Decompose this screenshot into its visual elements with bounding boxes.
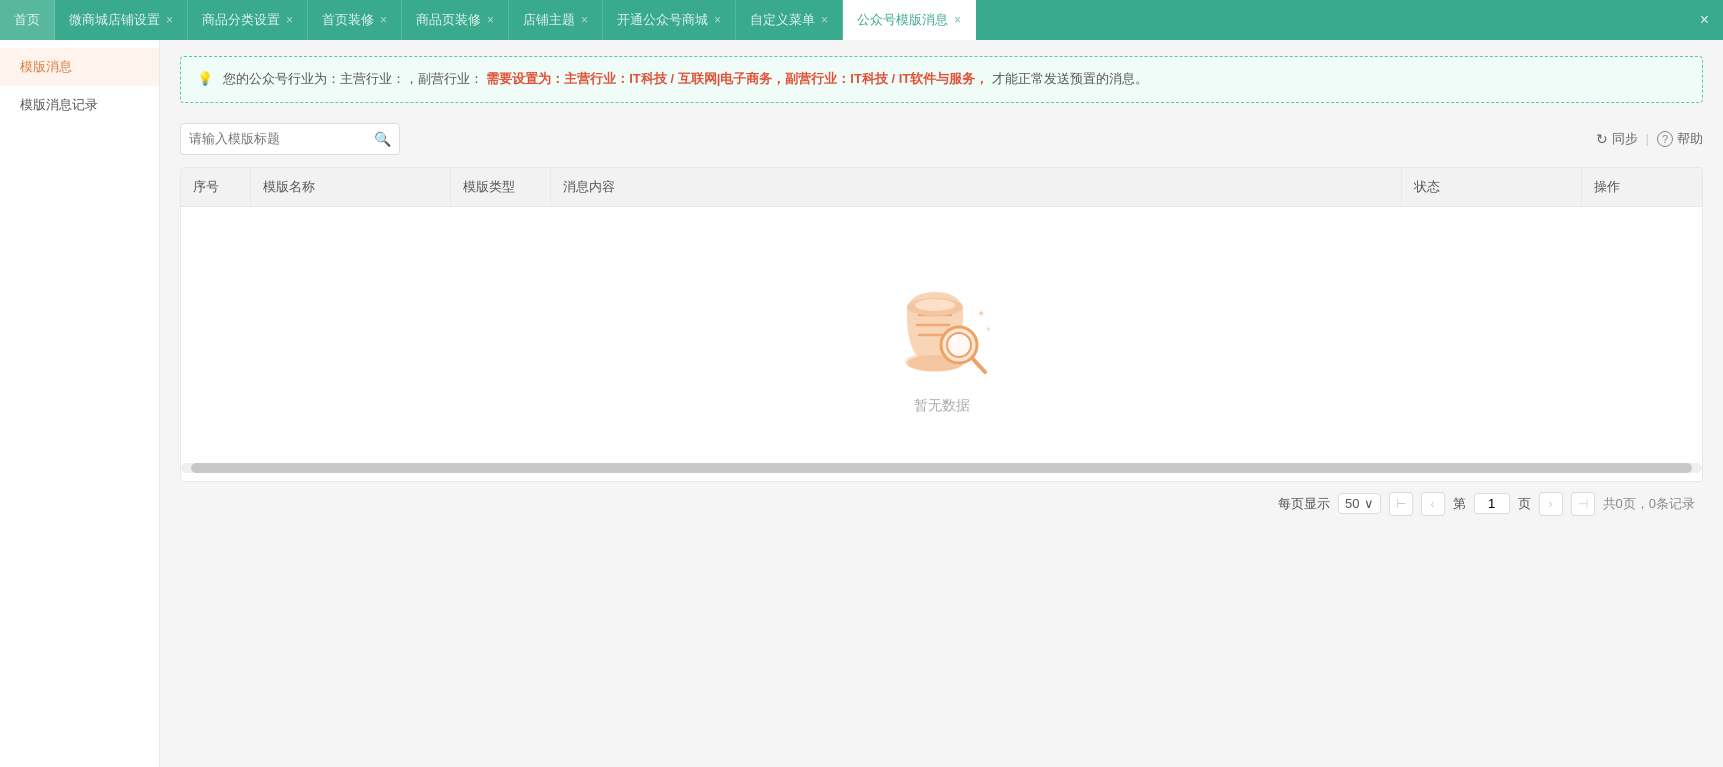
tab-shop-settings-label: 微商城店铺设置 — [69, 11, 160, 29]
main-content: 💡 您的公众号行业为：主营行业：，副营行业： 需要设置为：主营行业：IT科技 /… — [160, 40, 1723, 767]
tab-open-mall-label: 开通公众号商城 — [617, 11, 708, 29]
tab-home-decoration[interactable]: 首页装修 × — [308, 0, 402, 40]
svg-line-9 — [972, 358, 985, 372]
refresh-icon: ↻ — [1596, 131, 1608, 147]
col-header-type: 模版类型 — [451, 168, 551, 206]
page-label: 第 — [1453, 495, 1466, 513]
tab-template-msg[interactable]: 公众号模版消息 × — [843, 0, 976, 40]
tab-template-msg-close[interactable]: × — [954, 14, 961, 26]
notice-box: 💡 您的公众号行业为：主营行业：，副营行业： 需要设置为：主营行业：IT科技 /… — [180, 56, 1703, 103]
svg-point-10 — [951, 337, 957, 343]
per-page-value: 50 — [1345, 496, 1359, 511]
tab-shop-theme[interactable]: 店铺主题 × — [509, 0, 603, 40]
tab-product-decoration-close[interactable]: × — [487, 14, 494, 26]
empty-text: 暂无数据 — [914, 397, 970, 415]
sync-label: 同步 — [1612, 130, 1638, 148]
per-page-label: 每页显示 — [1278, 495, 1330, 513]
scroll-track[interactable] — [181, 463, 1702, 473]
sidebar-item-template-msg[interactable]: 模版消息 — [0, 48, 159, 86]
data-table: 序号 模版名称 模版类型 消息内容 状态 操作 — [180, 167, 1703, 482]
search-input-wrap[interactable]: 🔍 — [180, 123, 400, 155]
toolbar-divider: | — [1646, 131, 1649, 146]
tab-custom-menu-label: 自定义菜单 — [750, 11, 815, 29]
page-input[interactable] — [1474, 493, 1510, 514]
page-unit: 页 — [1518, 495, 1531, 513]
col-header-action: 操作 — [1582, 168, 1702, 206]
window-close-button[interactable]: × — [1686, 11, 1723, 29]
scroll-thumb[interactable] — [191, 463, 1692, 473]
pagination: 每页显示 50 ∨ ⊢ ‹ 第 页 › ⊣ 共0页，0条记录 — [180, 482, 1703, 516]
tab-category-settings[interactable]: 商品分类设置 × — [188, 0, 308, 40]
sidebar: 模版消息 模版消息记录 — [0, 40, 160, 767]
svg-point-5 — [915, 299, 955, 311]
tab-bar: 首页 微商城店铺设置 × 商品分类设置 × 首页装修 × 商品页装修 × 店铺主… — [0, 0, 1723, 40]
col-header-name: 模版名称 — [251, 168, 451, 206]
notice-highlight: 需要设置为：主营行业：IT科技 / 互联网|电子商务，副营行业：IT科技 / I… — [486, 71, 988, 86]
notice-icon: 💡 — [197, 71, 213, 86]
search-input[interactable] — [189, 131, 374, 146]
tab-product-decoration-label: 商品页装修 — [416, 11, 481, 29]
sync-button[interactable]: ↻ 同步 — [1596, 130, 1638, 148]
table-header: 序号 模版名称 模版类型 消息内容 状态 操作 — [181, 168, 1702, 207]
tab-custom-menu[interactable]: 自定义菜单 × — [736, 0, 843, 40]
tab-home-label: 首页 — [14, 11, 40, 29]
next-page-button[interactable]: › — [1539, 492, 1563, 516]
toolbar-right: ↻ 同步 | ? 帮助 — [1596, 130, 1703, 148]
empty-state: ✦ ✦ 暂无数据 — [181, 207, 1702, 455]
tab-home-decoration-close[interactable]: × — [380, 14, 387, 26]
notice-text-prefix: 您的公众号行业为：主营行业：，副营行业： — [223, 71, 483, 86]
tab-home-decoration-label: 首页装修 — [322, 11, 374, 29]
tab-open-mall[interactable]: 开通公众号商城 × — [603, 0, 736, 40]
total-info: 共0页，0条记录 — [1603, 495, 1695, 513]
tab-category-settings-label: 商品分类设置 — [202, 11, 280, 29]
sidebar-item-template-record-label: 模版消息记录 — [20, 97, 98, 112]
last-page-button[interactable]: ⊣ — [1571, 492, 1595, 516]
tab-shop-theme-label: 店铺主题 — [523, 11, 575, 29]
tab-home[interactable]: 首页 — [0, 0, 55, 40]
prev-page-button[interactable]: ‹ — [1421, 492, 1445, 516]
per-page-select[interactable]: 50 ∨ — [1338, 493, 1380, 514]
svg-text:✦: ✦ — [977, 308, 985, 319]
tab-open-mall-close[interactable]: × — [714, 14, 721, 26]
search-bar: 🔍 ↻ 同步 | ? 帮助 — [180, 123, 1703, 155]
empty-illustration: ✦ ✦ — [877, 267, 1007, 397]
help-label: 帮助 — [1677, 130, 1703, 148]
sidebar-item-template-msg-label: 模版消息 — [20, 59, 72, 74]
tab-shop-settings-close[interactable]: × — [166, 14, 173, 26]
per-page-arrow-icon: ∨ — [1364, 496, 1374, 511]
tab-shop-theme-close[interactable]: × — [581, 14, 588, 26]
tab-custom-menu-close[interactable]: × — [821, 14, 828, 26]
tab-shop-settings[interactable]: 微商城店铺设置 × — [55, 0, 188, 40]
help-icon: ? — [1657, 131, 1673, 147]
help-button[interactable]: ? 帮助 — [1657, 130, 1703, 148]
tab-template-msg-label: 公众号模版消息 — [857, 11, 948, 29]
col-header-seq: 序号 — [181, 168, 251, 206]
sidebar-item-template-record[interactable]: 模版消息记录 — [0, 86, 159, 124]
tab-product-decoration[interactable]: 商品页装修 × — [402, 0, 509, 40]
svg-point-8 — [947, 333, 971, 357]
svg-text:✦: ✦ — [985, 325, 992, 334]
layout: 模版消息 模版消息记录 💡 您的公众号行业为：主营行业：，副营行业： 需要设置为… — [0, 40, 1723, 767]
col-header-status: 状态 — [1402, 168, 1582, 206]
col-header-content: 消息内容 — [551, 168, 1402, 206]
notice-text-suffix: 才能正常发送预置的消息。 — [992, 71, 1148, 86]
tab-category-settings-close[interactable]: × — [286, 14, 293, 26]
first-page-button[interactable]: ⊢ — [1389, 492, 1413, 516]
search-icon[interactable]: 🔍 — [374, 131, 391, 147]
